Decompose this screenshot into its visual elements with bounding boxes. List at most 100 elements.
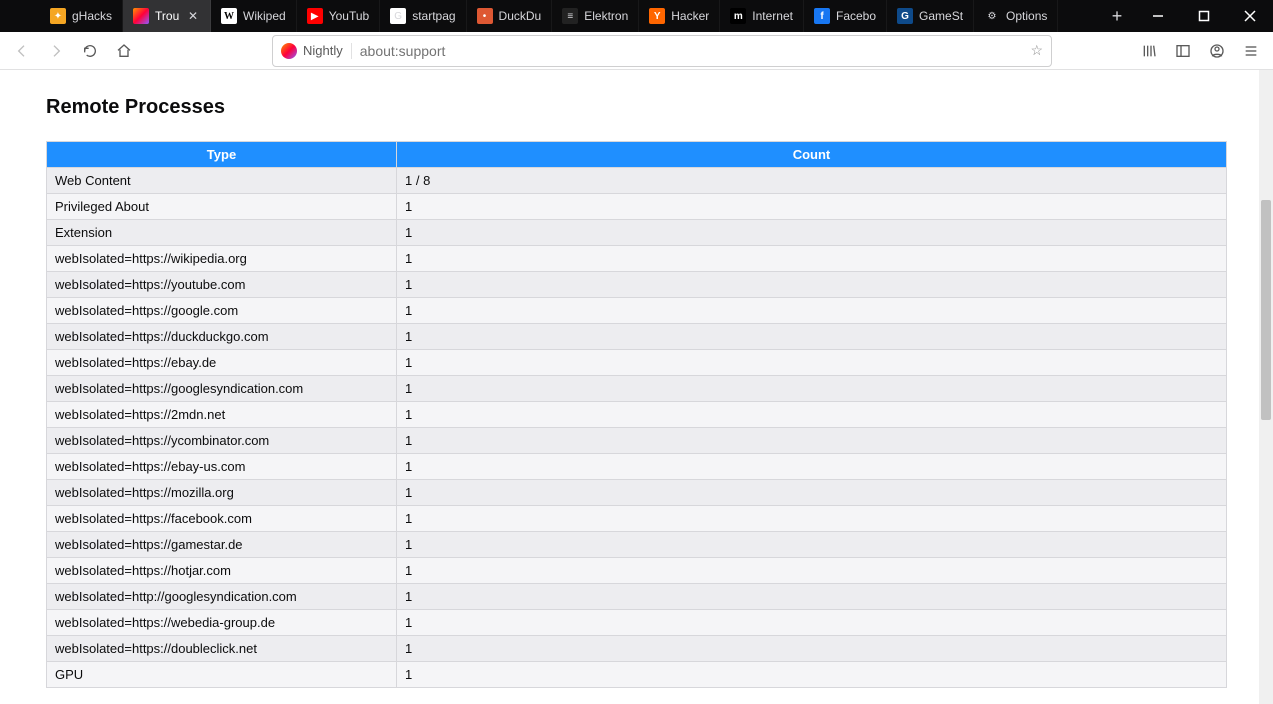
tab-label: Facebo: [836, 9, 876, 23]
cell-count: 1 / 8: [397, 168, 1227, 194]
sidebar-button[interactable]: [1167, 35, 1199, 67]
tab-10[interactable]: GGameSt: [887, 0, 974, 32]
tab-8[interactable]: mInternet: [720, 0, 804, 32]
table-row: webIsolated=https://ebay.de1: [47, 350, 1227, 376]
titlebar: ✦gHacksTroubl✕WWikiped▶YouTubGstartpag•D…: [0, 0, 1273, 32]
profile-button[interactable]: [1201, 35, 1233, 67]
tab-favicon: ≡: [562, 8, 578, 24]
forward-button[interactable]: [40, 35, 72, 67]
tab-1[interactable]: Troubl✕: [123, 0, 211, 32]
tab-4[interactable]: Gstartpag: [380, 0, 466, 32]
table-row: Web Content1 / 8: [47, 168, 1227, 194]
tab-favicon: ▶: [307, 8, 323, 24]
firefox-icon: [281, 43, 297, 59]
table-row: webIsolated=https://mozilla.org1: [47, 480, 1227, 506]
table-row: webIsolated=http://googlesyndication.com…: [47, 584, 1227, 610]
col-header-count: Count: [397, 142, 1227, 168]
cell-type: webIsolated=https://ycombinator.com: [47, 428, 397, 454]
tab-label: YouTub: [329, 9, 369, 23]
cell-count: 1: [397, 220, 1227, 246]
maximize-button[interactable]: [1181, 0, 1227, 32]
cell-type: webIsolated=https://youtube.com: [47, 272, 397, 298]
tab-favicon: ✦: [50, 8, 66, 24]
tab-0[interactable]: ✦gHacks: [40, 0, 123, 32]
table-row: webIsolated=https://google.com1: [47, 298, 1227, 324]
tab-label: Wikiped: [243, 9, 286, 23]
cell-count: 1: [397, 428, 1227, 454]
tab-label: GameSt: [919, 9, 963, 23]
cell-type: webIsolated=https://facebook.com: [47, 506, 397, 532]
tab-6[interactable]: ≡ Elektron: [552, 0, 639, 32]
vertical-scrollbar[interactable]: [1259, 70, 1273, 704]
bookmark-star-icon[interactable]: ☆: [1030, 42, 1043, 59]
cell-type: webIsolated=https://2mdn.net: [47, 402, 397, 428]
tab-9[interactable]: f Facebo: [804, 0, 887, 32]
url-bar[interactable]: Nightly about:support ☆: [272, 35, 1052, 67]
minimize-button[interactable]: [1135, 0, 1181, 32]
section-title: Remote Processes: [46, 96, 1227, 119]
table-row: webIsolated=https://ycombinator.com1: [47, 428, 1227, 454]
tab-favicon: Y: [649, 8, 665, 24]
tab-favicon: G: [390, 8, 406, 24]
page-content: Remote Processes Type Count Web Content1…: [0, 70, 1273, 704]
tab-5[interactable]: •DuckDu: [467, 0, 553, 32]
table-row: webIsolated=https://youtube.com1: [47, 272, 1227, 298]
tab-2[interactable]: WWikiped: [211, 0, 297, 32]
cell-type: webIsolated=https://mozilla.org: [47, 480, 397, 506]
remote-processes-table: Type Count Web Content1 / 8Privileged Ab…: [46, 141, 1227, 688]
close-window-button[interactable]: [1227, 0, 1273, 32]
identity-box[interactable]: Nightly: [281, 43, 352, 59]
tab-strip: ✦gHacksTroubl✕WWikiped▶YouTubGstartpag•D…: [0, 0, 1099, 32]
table-row: Privileged About1: [47, 194, 1227, 220]
tab-label: startpag: [412, 9, 455, 23]
cell-count: 1: [397, 558, 1227, 584]
cell-count: 1: [397, 662, 1227, 688]
cell-type: webIsolated=https://doubleclick.net: [47, 636, 397, 662]
library-button[interactable]: [1133, 35, 1165, 67]
cell-count: 1: [397, 402, 1227, 428]
cell-type: GPU: [47, 662, 397, 688]
url-text: about:support: [360, 43, 1023, 59]
table-row: webIsolated=https://wikipedia.org1: [47, 246, 1227, 272]
cell-count: 1: [397, 376, 1227, 402]
tab-favicon: f: [814, 8, 830, 24]
window-controls: [1135, 0, 1273, 32]
tab-label: Hacker: [671, 9, 709, 23]
close-tab-icon[interactable]: ✕: [186, 9, 200, 23]
reload-button[interactable]: [74, 35, 106, 67]
cell-type: webIsolated=https://wikipedia.org: [47, 246, 397, 272]
nav-toolbar: Nightly about:support ☆: [0, 32, 1273, 70]
cell-type: webIsolated=http://googlesyndication.com: [47, 584, 397, 610]
table-row: webIsolated=https://googlesyndication.co…: [47, 376, 1227, 402]
cell-type: Extension: [47, 220, 397, 246]
tab-favicon: [133, 8, 149, 24]
cell-type: webIsolated=https://duckduckgo.com: [47, 324, 397, 350]
identity-label: Nightly: [303, 43, 343, 58]
cell-count: 1: [397, 454, 1227, 480]
cell-count: 1: [397, 194, 1227, 220]
tab-label: Elektron: [584, 9, 628, 23]
cell-count: 1: [397, 610, 1227, 636]
tab-7[interactable]: Y Hacker: [639, 0, 720, 32]
cell-type: webIsolated=https://googlesyndication.co…: [47, 376, 397, 402]
tab-favicon: ⚙: [984, 8, 1000, 24]
cell-type: Privileged About: [47, 194, 397, 220]
home-button[interactable]: [108, 35, 140, 67]
table-row: webIsolated=https://facebook.com1: [47, 506, 1227, 532]
cell-count: 1: [397, 298, 1227, 324]
cell-type: webIsolated=https://ebay.de: [47, 350, 397, 376]
table-row: webIsolated=https://2mdn.net1: [47, 402, 1227, 428]
tab-favicon: •: [477, 8, 493, 24]
table-row: webIsolated=https://doubleclick.net1: [47, 636, 1227, 662]
new-tab-button[interactable]: +: [1099, 0, 1135, 32]
app-menu-button[interactable]: [1235, 35, 1267, 67]
cell-count: 1: [397, 350, 1227, 376]
tab-favicon: m: [730, 8, 746, 24]
col-header-type: Type: [47, 142, 397, 168]
tab-3[interactable]: ▶ YouTub: [297, 0, 380, 32]
scrollbar-thumb[interactable]: [1261, 200, 1271, 420]
cell-type: webIsolated=https://gamestar.de: [47, 532, 397, 558]
tab-11[interactable]: ⚙Options: [974, 0, 1058, 32]
cell-type: webIsolated=https://ebay-us.com: [47, 454, 397, 480]
back-button[interactable]: [6, 35, 38, 67]
